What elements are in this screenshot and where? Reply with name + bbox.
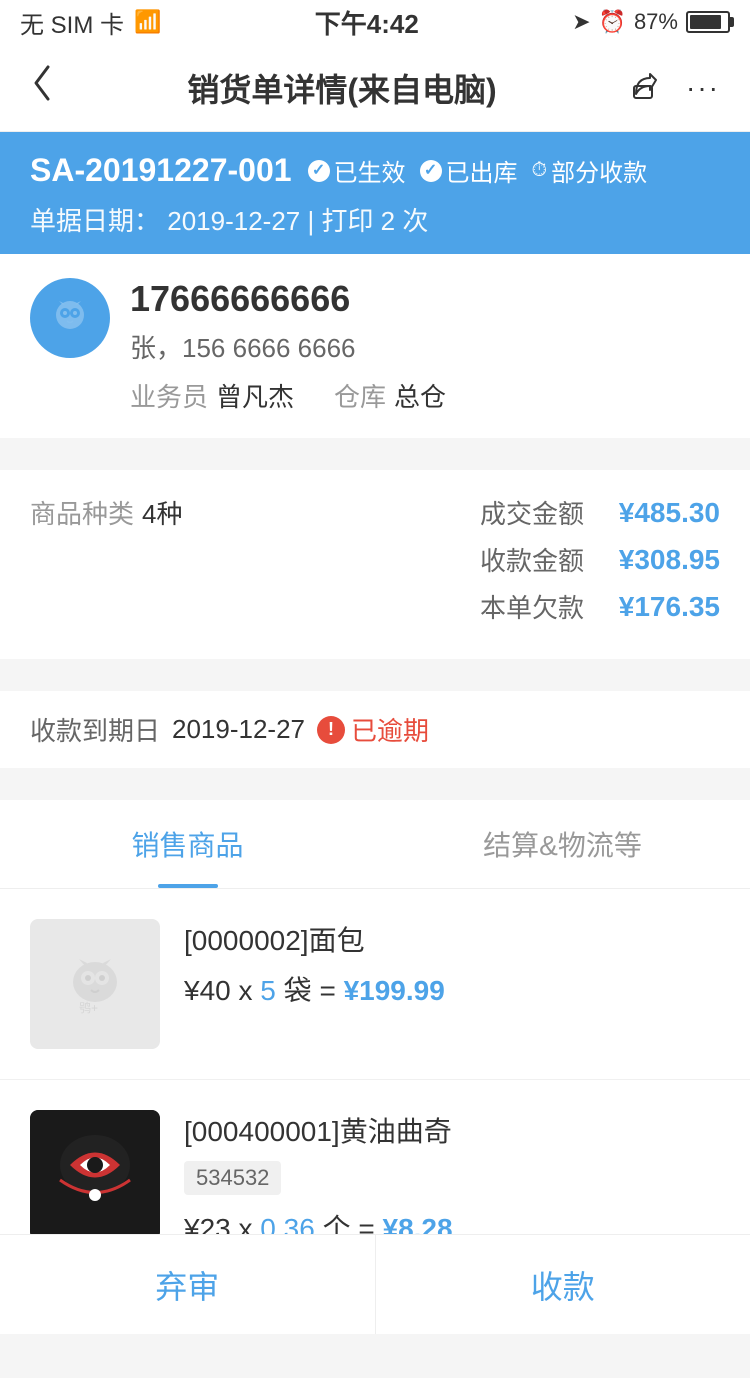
tab-settlement[interactable]: 结算&物流等 xyxy=(375,800,750,888)
product-name-2: [000400001]黄油曲奇 xyxy=(184,1110,720,1150)
svg-text:鸮+: 鸮+ xyxy=(79,1000,98,1015)
bottom-bar: 弃审 收款 xyxy=(0,1234,750,1334)
check-icon-1: ✓ xyxy=(308,160,330,182)
total-amount-row: 成交金额 ¥485.30 xyxy=(480,494,720,531)
status-shipped: ✓ 已出库 xyxy=(420,153,518,188)
divider-2 xyxy=(0,675,750,691)
status-partial: ⏱ 部分收款 xyxy=(532,153,648,188)
check-icon-2: ✓ xyxy=(420,160,442,182)
due-date-value: 2019-12-27 xyxy=(172,714,305,745)
product-info-2: [000400001]黄油曲奇 534532 ¥23 x 0.36 个 = ¥8… xyxy=(184,1110,720,1247)
divider-1 xyxy=(0,454,750,470)
product-list: 鸮+ [0000002]面包 ¥40 x 5 袋 = ¥199.99 xyxy=(0,889,750,1278)
order-date-row: 单据日期： 2019-12-27 | 打印 2 次 xyxy=(30,201,720,238)
received-row: 收款金额 ¥308.95 xyxy=(480,541,720,578)
table-row: 鸮+ [0000002]面包 ¥40 x 5 袋 = ¥199.99 xyxy=(0,889,750,1080)
owed-label: 本单欠款 xyxy=(480,588,584,625)
nav-bar: 销货单详情(来自电脑) ··· xyxy=(0,44,750,132)
order-id: SA-20191227-001 xyxy=(30,152,292,189)
product-total-1: ¥199.99 xyxy=(344,975,445,1006)
customer-avatar xyxy=(30,278,110,358)
product-info-1: [0000002]面包 ¥40 x 5 袋 = ¥199.99 xyxy=(184,919,720,1009)
tabs-row: 销售商品 结算&物流等 xyxy=(0,800,750,888)
owed-value: ¥176.35 xyxy=(600,591,720,623)
product-thumb-1: 鸮+ xyxy=(30,919,160,1049)
tab-products[interactable]: 销售商品 xyxy=(0,800,375,888)
clock-icon: ⏱ xyxy=(532,159,548,182)
status-time: 下午4:42 xyxy=(315,4,419,41)
status-tags: ✓ 已生效 ✓ 已出库 ⏱ 部分收款 xyxy=(308,153,648,188)
confirm-button[interactable]: 收款 xyxy=(376,1235,750,1334)
sales-value: 曾凡杰 xyxy=(216,377,294,414)
alarm-icon: ⏰ xyxy=(599,9,626,35)
page-title: 销货单详情(来自电脑) xyxy=(187,65,496,111)
header-banner: SA-20191227-001 ✓ 已生效 ✓ 已出库 ⏱ 部分收款 单据日期：… xyxy=(0,132,750,254)
warehouse-item: 仓库 总仓 xyxy=(334,377,446,414)
overdue-text: 已逾期 xyxy=(351,711,429,748)
summary-section: 商品种类 4种 成交金额 ¥485.30 收款金额 ¥308.95 本单欠款 ¥… xyxy=(0,470,750,659)
cancel-button[interactable]: 弃审 xyxy=(0,1235,376,1334)
customer-meta: 业务员 曾凡杰 仓库 总仓 xyxy=(130,377,720,414)
location-icon: ➤ xyxy=(572,9,590,35)
carrier-label: 无 SIM 卡 xyxy=(20,5,124,40)
product-types-item: 商品种类 4种 xyxy=(30,494,182,531)
total-amount-label: 成交金额 xyxy=(480,494,584,531)
product-sku-2: 534532 xyxy=(184,1161,281,1195)
received-value: ¥308.95 xyxy=(600,544,720,576)
summary-left: 商品种类 4种 xyxy=(30,494,182,539)
customer-section: 17666666666 张，156 6666 6666 业务员 曾凡杰 仓库 总… xyxy=(0,254,750,438)
received-label: 收款金额 xyxy=(480,541,584,578)
thumb-img-2 xyxy=(30,1110,160,1240)
overdue-icon: ! xyxy=(317,716,345,744)
tabs-section: 销售商品 结算&物流等 xyxy=(0,800,750,889)
customer-phone: 张，156 6666 6666 xyxy=(130,328,720,365)
back-button[interactable] xyxy=(30,63,54,112)
product-qty-1: 5 xyxy=(260,975,276,1006)
summary-right: 成交金额 ¥485.30 收款金额 ¥308.95 本单欠款 ¥176.35 xyxy=(480,494,720,635)
status-right: ➤ ⏰ 87% xyxy=(572,9,730,35)
customer-id: 17666666666 xyxy=(130,278,720,320)
owed-row: 本单欠款 ¥176.35 xyxy=(480,588,720,625)
share-icon[interactable] xyxy=(630,68,662,108)
battery-label: 87% xyxy=(634,9,678,35)
types-value: 4种 xyxy=(142,494,182,531)
total-amount-value: ¥485.30 xyxy=(600,497,720,529)
product-thumb-2 xyxy=(30,1110,160,1240)
due-label: 收款到期日 xyxy=(30,711,160,748)
sales-label: 业务员 xyxy=(130,377,208,414)
battery-icon xyxy=(686,11,730,33)
status-bar: 无 SIM 卡 📶 下午4:42 ➤ ⏰ 87% xyxy=(0,0,750,44)
customer-info: 17666666666 张，156 6666 6666 业务员 曾凡杰 仓库 总… xyxy=(130,278,720,414)
more-icon[interactable]: ··· xyxy=(686,72,720,104)
thumb-placeholder-1: 鸮+ xyxy=(30,919,160,1049)
warehouse-label: 仓库 xyxy=(334,377,386,414)
product-price-1: ¥40 x 5 袋 = ¥199.99 xyxy=(184,969,720,1009)
types-label: 商品种类 xyxy=(30,494,134,531)
warehouse-value: 总仓 xyxy=(394,377,446,414)
nav-actions: ··· xyxy=(630,68,720,108)
due-section: 收款到期日 2019-12-27 ! 已逾期 xyxy=(0,691,750,768)
status-active: ✓ 已生效 xyxy=(308,153,406,188)
product-name-1: [0000002]面包 xyxy=(184,919,720,959)
sales-item: 业务员 曾凡杰 xyxy=(130,377,294,414)
overdue-badge: ! 已逾期 xyxy=(317,711,429,748)
divider-3 xyxy=(0,784,750,800)
status-left: 无 SIM 卡 📶 xyxy=(20,5,161,40)
wifi-icon: 📶 xyxy=(134,9,161,35)
